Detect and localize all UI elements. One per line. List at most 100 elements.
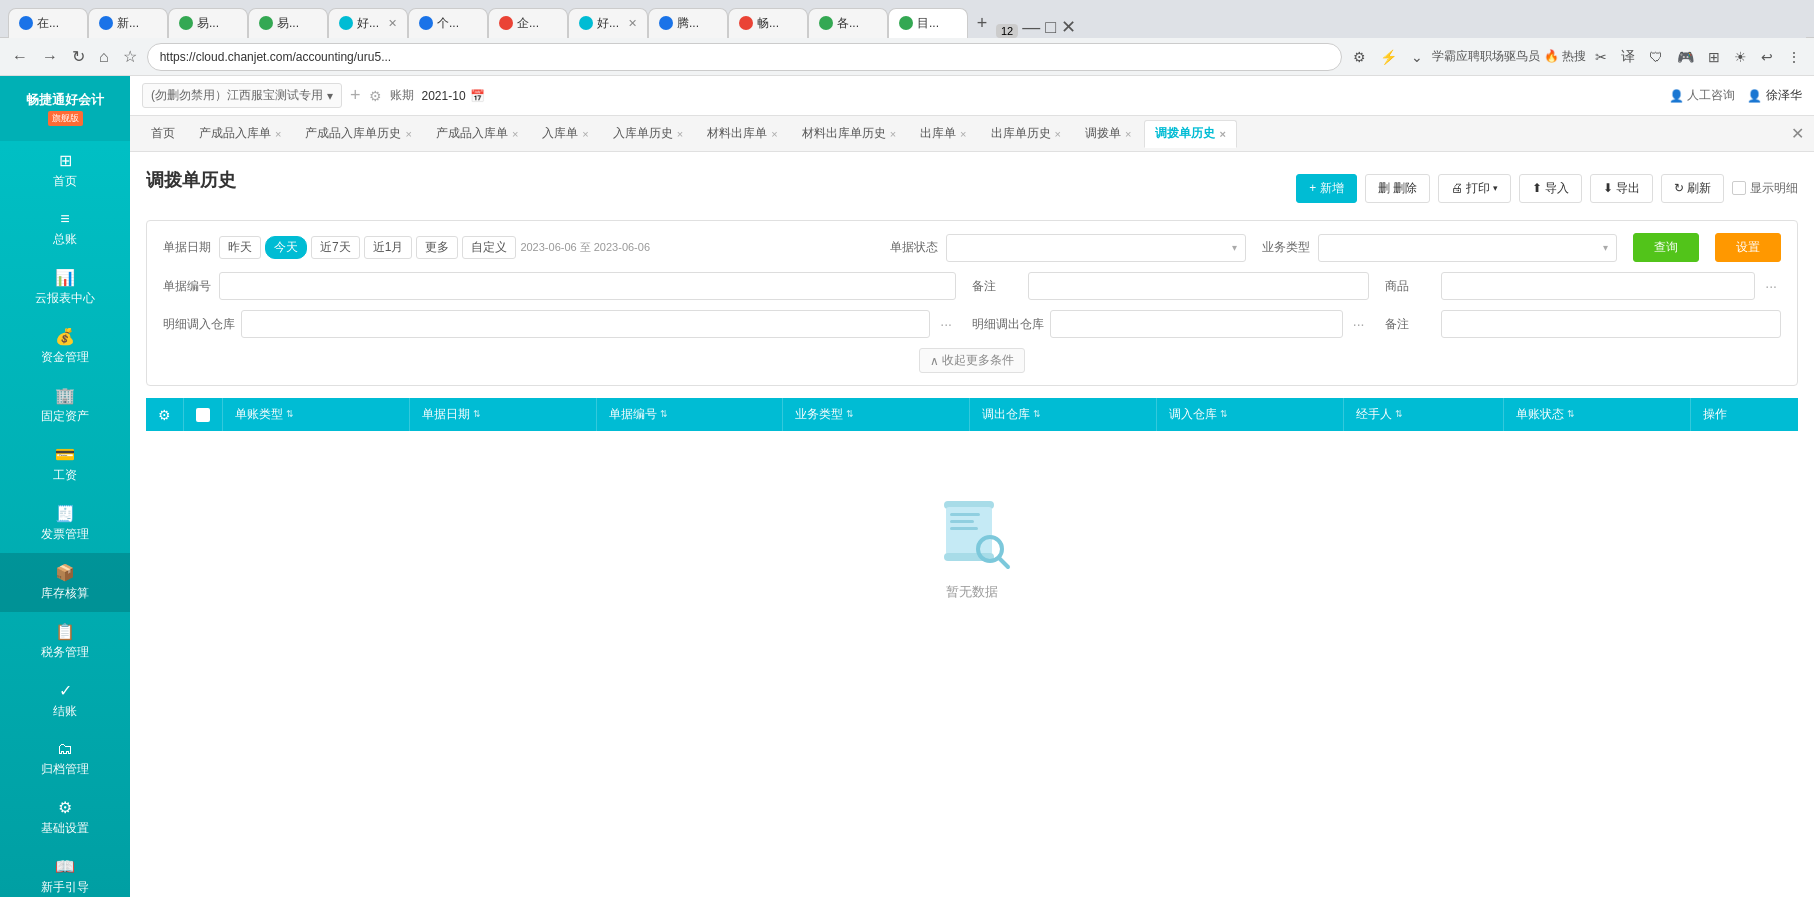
user-avatar[interactable]: 👤 徐泽华 (1747, 87, 1802, 104)
goods-ellipsis[interactable]: ··· (1761, 278, 1781, 294)
show-detail-checkbox[interactable] (1732, 181, 1746, 195)
tab-material-out[interactable]: 材料出库单 × (696, 120, 788, 148)
tab-close-transfer[interactable]: × (1125, 128, 1131, 140)
browser-tab-7[interactable]: 企... (488, 8, 568, 38)
sidebar-item-settings[interactable]: ⚙ 基础设置 (0, 788, 130, 847)
sidebar-item-payroll[interactable]: 💳 工资 (0, 435, 130, 494)
tab-close-material-out-history[interactable]: × (890, 128, 896, 140)
browser-tab-12[interactable]: 目... (888, 8, 968, 38)
browser-tab-2[interactable]: 新... (88, 8, 168, 38)
th-doc-num-sort[interactable]: 单据编号 ⇅ (609, 406, 771, 423)
th-biz-type[interactable]: 业务类型 ⇅ (783, 398, 970, 431)
extension2-icon[interactable]: 🎮 (1672, 46, 1699, 68)
tab-finished-in-history[interactable]: 产成品入库单历史 × (294, 120, 422, 148)
import-button[interactable]: ⬆ 导入 (1519, 174, 1582, 203)
th-in-warehouse[interactable]: 调入仓库 ⇅ (1156, 398, 1343, 431)
th-doc-status-sort[interactable]: 单账状态 ⇅ (1516, 406, 1678, 423)
tab-out-history[interactable]: 出库单历史 × (980, 120, 1072, 148)
company-settings-icon[interactable]: ⚙ (369, 88, 382, 104)
tab-home[interactable]: 首页 (140, 120, 186, 148)
goods-input[interactable] (1441, 272, 1756, 300)
browser-tab-1[interactable]: 在... (8, 8, 88, 38)
date-btn-7days[interactable]: 近7天 (311, 236, 360, 259)
note-input[interactable] (1028, 272, 1369, 300)
browser-tab-8[interactable]: 好... ✕ (568, 8, 648, 38)
sidebar-item-close[interactable]: ✓ 结账 (0, 671, 130, 730)
tab-close-stock-in-history[interactable]: × (677, 128, 683, 140)
sidebar-item-assets[interactable]: 🏢 固定资产 (0, 376, 130, 435)
th-settings[interactable]: ⚙ (146, 398, 184, 431)
tab-out[interactable]: 出库单 × (909, 120, 977, 148)
th-handler[interactable]: 经手人 ⇅ (1343, 398, 1503, 431)
browser-tab-5[interactable]: 好... ✕ (328, 8, 408, 38)
tab-stock-in-history[interactable]: 入库单历史 × (602, 120, 694, 148)
th-biz-type-sort[interactable]: 业务类型 ⇅ (795, 406, 957, 423)
period-value[interactable]: 2021-10 📅 (422, 89, 485, 103)
th-doc-type[interactable]: 单账类型 ⇅ (223, 398, 410, 431)
detail-note-input[interactable] (1441, 310, 1782, 338)
export-button[interactable]: ⬇ 导出 (1590, 174, 1653, 203)
refresh-button[interactable]: ↻ 刷新 (1661, 174, 1724, 203)
user-service[interactable]: 👤 人工咨询 (1669, 87, 1735, 104)
tab-close-stock-in[interactable]: × (582, 128, 588, 140)
tab-finished-in[interactable]: 产成品入库单 × (188, 120, 292, 148)
tab-close-out[interactable]: × (960, 128, 966, 140)
status-select[interactable]: ▾ (946, 234, 1246, 262)
detail-out-input[interactable] (1050, 310, 1343, 338)
tab-close-finished-in-history[interactable]: × (405, 128, 411, 140)
tab-close-finished-in[interactable]: × (275, 128, 281, 140)
table-settings-gear[interactable]: ⚙ (158, 407, 171, 423)
browser-tab-3[interactable]: 易... (168, 8, 248, 38)
sidebar-item-archive[interactable]: 🗂 归档管理 (0, 730, 130, 788)
sidebar-item-ledger[interactable]: ≡ 总账 (0, 200, 130, 258)
browser-tab-11[interactable]: 各... (808, 8, 888, 38)
th-date[interactable]: 单据日期 ⇅ (409, 398, 596, 431)
sun-icon[interactable]: ☀ (1729, 46, 1752, 68)
tab-stock-in[interactable]: 入库单 × (531, 120, 599, 148)
browser-tab-4[interactable]: 易... (248, 8, 328, 38)
tab-material-out-history[interactable]: 材料出库单历史 × (791, 120, 907, 148)
detail-in-ellipsis[interactable]: ··· (936, 316, 956, 332)
settings-btn[interactable]: 设置 (1715, 233, 1781, 262)
sidebar-item-reports[interactable]: 📊 云报表中心 (0, 258, 130, 317)
sidebar-item-guide[interactable]: 📖 新手引导 (0, 847, 130, 897)
select-all-checkbox[interactable] (196, 408, 210, 422)
page-tabs-close-all[interactable]: ✕ (1791, 124, 1804, 143)
tab-transfer[interactable]: 调拨单 × (1074, 120, 1142, 148)
date-btn-yesterday[interactable]: 昨天 (219, 236, 261, 259)
tab-close-5[interactable]: ✕ (388, 17, 397, 30)
date-btn-today[interactable]: 今天 (265, 236, 307, 259)
tab-close-finished-in-2[interactable]: × (512, 128, 518, 140)
delete-button[interactable]: 删 删除 (1365, 174, 1430, 203)
sidebar-item-tax[interactable]: 📋 税务管理 (0, 612, 130, 671)
home-button[interactable]: ⌂ (95, 44, 113, 70)
detail-in-input[interactable] (241, 310, 930, 338)
th-checkbox[interactable] (184, 398, 223, 431)
reload-button[interactable]: ↻ (68, 43, 89, 70)
date-btn-1month[interactable]: 近1月 (364, 236, 413, 259)
dropdown-icon[interactable]: ⌄ (1406, 46, 1428, 68)
forward-button[interactable]: → (38, 44, 62, 70)
tab-finished-in-2[interactable]: 产成品入库单 × (425, 120, 529, 148)
tab-close-transfer-history[interactable]: × (1219, 128, 1225, 140)
sidebar-item-home[interactable]: ⊞ 首页 (0, 141, 130, 200)
search-button[interactable]: 查询 (1633, 233, 1699, 262)
th-out-warehouse-sort[interactable]: 调出仓库 ⇅ (982, 406, 1144, 423)
date-btn-more[interactable]: 更多 (416, 236, 458, 259)
scissors-icon[interactable]: ✂ (1590, 46, 1612, 68)
bookmark-button[interactable]: ☆ (119, 43, 141, 70)
th-handler-sort[interactable]: 经手人 ⇅ (1356, 406, 1491, 423)
th-doc-num[interactable]: 单据编号 ⇅ (596, 398, 783, 431)
company-selector[interactable]: (勿删勿禁用）江西服宝测试专用 ▾ (142, 83, 342, 108)
tab-close-material-out[interactable]: × (771, 128, 777, 140)
th-doc-status[interactable]: 单账状态 ⇅ (1503, 398, 1690, 431)
doc-num-input[interactable] (219, 272, 956, 300)
sidebar-item-inventory[interactable]: 📦 库存核算 (0, 553, 130, 612)
type-select[interactable]: ▾ (1318, 234, 1618, 262)
th-date-sort[interactable]: 单据日期 ⇅ (422, 406, 584, 423)
th-doc-type-sort[interactable]: 单账类型 ⇅ (235, 406, 397, 423)
address-input[interactable] (147, 43, 1343, 71)
menu-icon[interactable]: ⋮ (1782, 46, 1806, 68)
tab-transfer-history[interactable]: 调拨单历史 × (1144, 120, 1236, 148)
sidebar-item-invoice[interactable]: 🧾 发票管理 (0, 494, 130, 553)
